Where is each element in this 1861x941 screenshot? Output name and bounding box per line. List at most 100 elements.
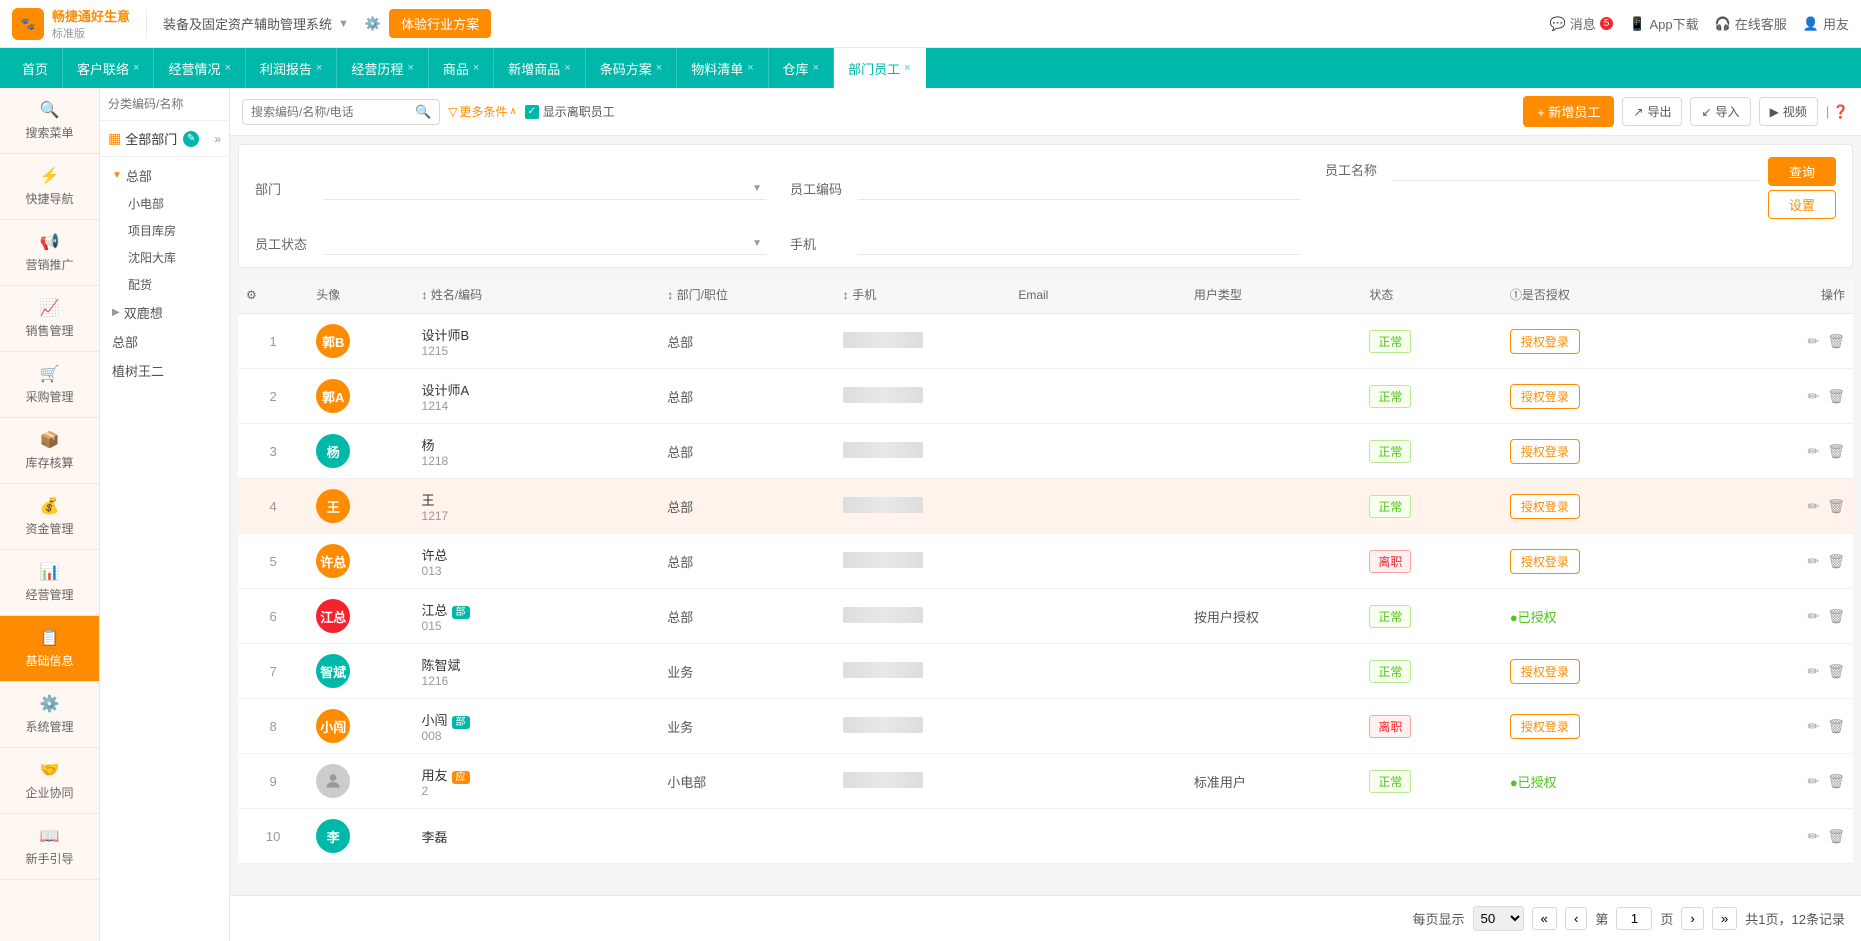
phone-input[interactable] [858, 231, 1301, 255]
set-btn[interactable]: 设置 [1768, 190, 1836, 219]
auth-btn[interactable]: 授权登录 [1510, 439, 1580, 464]
tab-employee[interactable]: 部门员工× [834, 48, 925, 88]
auth-btn[interactable]: 授权登录 [1510, 494, 1580, 519]
dept-select[interactable] [323, 176, 766, 200]
auth-btn[interactable]: 授权登录 [1510, 659, 1580, 684]
user-btn[interactable]: 👤 用友 [1803, 14, 1849, 33]
auth-btn[interactable]: 授权登录 [1510, 714, 1580, 739]
edit-icon[interactable]: ✏ [1807, 443, 1819, 460]
dept-item-project[interactable]: 项目库房 [108, 217, 229, 244]
auth-btn[interactable]: 授权登录 [1510, 384, 1580, 409]
delete-icon[interactable]: 🗑 [1827, 828, 1845, 845]
row-auth[interactable]: 授权登录 [1502, 424, 1713, 479]
dept-tree-item-zongbu[interactable]: ▼ 总部 [100, 161, 229, 190]
last-page-btn[interactable]: » [1712, 907, 1737, 930]
delete-icon[interactable]: 🗑 [1827, 498, 1845, 515]
dept-item-peihuo[interactable]: 配货 [108, 271, 229, 298]
edit-icon[interactable]: ✏ [1807, 718, 1819, 735]
tab-customer[interactable]: 客户联络× [63, 48, 154, 88]
row-auth[interactable] [1502, 809, 1713, 864]
row-auth[interactable]: 授权登录 [1502, 534, 1713, 589]
left-nav-cooperation[interactable]: 🤝企业协同 [0, 748, 99, 814]
left-nav-inventory[interactable]: 📦库存核算 [0, 418, 99, 484]
settings-icon[interactable]: ⚙️ [365, 16, 381, 32]
tab-bom[interactable]: 物料清单× [677, 48, 768, 88]
next-page-btn[interactable]: › [1681, 907, 1703, 930]
per-page-select[interactable]: 50 100 [1473, 906, 1524, 931]
dept-item-shuanglu[interactable]: ▶ 双鹿想 [100, 298, 229, 327]
left-nav-marketing[interactable]: 📢营销推广 [0, 220, 99, 286]
add-employee-btn[interactable]: + 新增员工 [1523, 96, 1614, 127]
more-conditions-btn[interactable]: ▽ 更多条件 ∧ [448, 103, 517, 120]
dept-item-zongbu2[interactable]: 总部 [100, 327, 229, 356]
tab-goods[interactable]: 商品× [429, 48, 494, 88]
online-service-btn[interactable]: 🎧 在线客服 [1715, 14, 1787, 33]
left-nav-system[interactable]: ⚙️系统管理 [0, 682, 99, 748]
edit-icon[interactable]: ✏ [1807, 498, 1819, 515]
tab-add-goods[interactable]: 新增商品× [494, 48, 585, 88]
status-select[interactable] [323, 231, 766, 255]
search-icon[interactable]: 🔍 [415, 104, 431, 120]
row-auth[interactable]: 授权登录 [1502, 699, 1713, 754]
delete-icon[interactable]: 🗑 [1827, 553, 1845, 570]
tab-home[interactable]: 首页 [8, 48, 63, 88]
row-auth[interactable]: 授权登录 [1502, 479, 1713, 534]
delete-icon[interactable]: 🗑 [1827, 663, 1845, 680]
empname-input[interactable] [1393, 157, 1760, 181]
left-nav-basic[interactable]: 📋基础信息 [0, 616, 99, 682]
col-phone[interactable]: ↕ 手机 [835, 276, 1011, 314]
sidebar-collapse-btn[interactable]: » [214, 132, 221, 146]
edit-icon[interactable]: ✏ [1807, 388, 1819, 405]
video-btn[interactable]: ▶ 视频 [1759, 97, 1818, 126]
tab-profit[interactable]: 利润报告× [246, 48, 337, 88]
left-nav-shortcut[interactable]: ⚡快捷导航 [0, 154, 99, 220]
show-inactive-checkbox[interactable]: ✓ [525, 105, 539, 119]
left-nav-purchase[interactable]: 🛒采购管理 [0, 352, 99, 418]
empcode-input[interactable] [858, 176, 1301, 200]
delete-icon[interactable]: 🗑 [1827, 773, 1845, 790]
dept-item-shenyang[interactable]: 沈阳大库 [108, 244, 229, 271]
prev-page-btn[interactable]: ‹ [1565, 907, 1587, 930]
show-inactive-toggle[interactable]: ✓ 显示离职员工 [525, 103, 615, 120]
delete-icon[interactable]: 🗑 [1827, 443, 1845, 460]
edit-icon[interactable]: ✏ [1807, 553, 1819, 570]
left-nav-guide[interactable]: 📖新手引导 [0, 814, 99, 880]
dept-edit-icon[interactable]: ✎ [183, 131, 199, 147]
message-btn[interactable]: 💬 消息 5 [1550, 14, 1614, 33]
tab-barcode[interactable]: 条码方案× [586, 48, 677, 88]
try-button[interactable]: 体验行业方案 [389, 9, 491, 38]
left-nav-finance[interactable]: 💰资金管理 [0, 484, 99, 550]
first-page-btn[interactable]: « [1532, 907, 1557, 930]
col-dept[interactable]: ↕ 部门/职位 [659, 276, 835, 314]
delete-icon[interactable]: 🗑 [1827, 718, 1845, 735]
sidebar-search-input[interactable] [108, 97, 230, 111]
import-btn[interactable]: ↙ 导入 [1690, 97, 1750, 126]
row-auth[interactable]: 授权登录 [1502, 314, 1713, 369]
search-input[interactable] [251, 105, 411, 119]
delete-icon[interactable]: 🗑 [1827, 388, 1845, 405]
export-btn[interactable]: ↗ 导出 [1622, 97, 1682, 126]
page-input[interactable] [1616, 907, 1652, 930]
delete-icon[interactable]: 🗑 [1827, 608, 1845, 625]
row-auth[interactable]: 授权登录 [1502, 644, 1713, 699]
edit-icon[interactable]: ✏ [1807, 608, 1819, 625]
app-download-btn[interactable]: 📱 App下载 [1629, 14, 1698, 33]
query-btn[interactable]: 查询 [1768, 157, 1836, 186]
edit-icon[interactable]: ✏ [1807, 333, 1819, 350]
help-btn[interactable]: | ❓ [1826, 104, 1849, 120]
dept-item-xiaodian[interactable]: 小电部 [108, 190, 229, 217]
row-auth[interactable]: 授权登录 [1502, 369, 1713, 424]
tab-warehouse[interactable]: 仓库× [769, 48, 834, 88]
col-settings[interactable]: ⚙ [238, 276, 308, 314]
tab-journey[interactable]: 经营历程× [337, 48, 428, 88]
tab-operation[interactable]: 经营情况× [154, 48, 245, 88]
edit-icon[interactable]: ✏ [1807, 663, 1819, 680]
auth-btn[interactable]: 授权登录 [1510, 549, 1580, 574]
edit-icon[interactable]: ✏ [1807, 828, 1819, 845]
all-dept-header[interactable]: ▦ 全部部门 ✎ » [100, 121, 229, 157]
col-name-code[interactable]: ↕ 姓名/编码 [414, 276, 660, 314]
left-nav-search[interactable]: 🔍搜索菜单 [0, 88, 99, 154]
dept-item-zhishu[interactable]: 植树王二 [100, 356, 229, 385]
auth-btn[interactable]: 授权登录 [1510, 329, 1580, 354]
left-nav-management[interactable]: 📊经营管理 [0, 550, 99, 616]
